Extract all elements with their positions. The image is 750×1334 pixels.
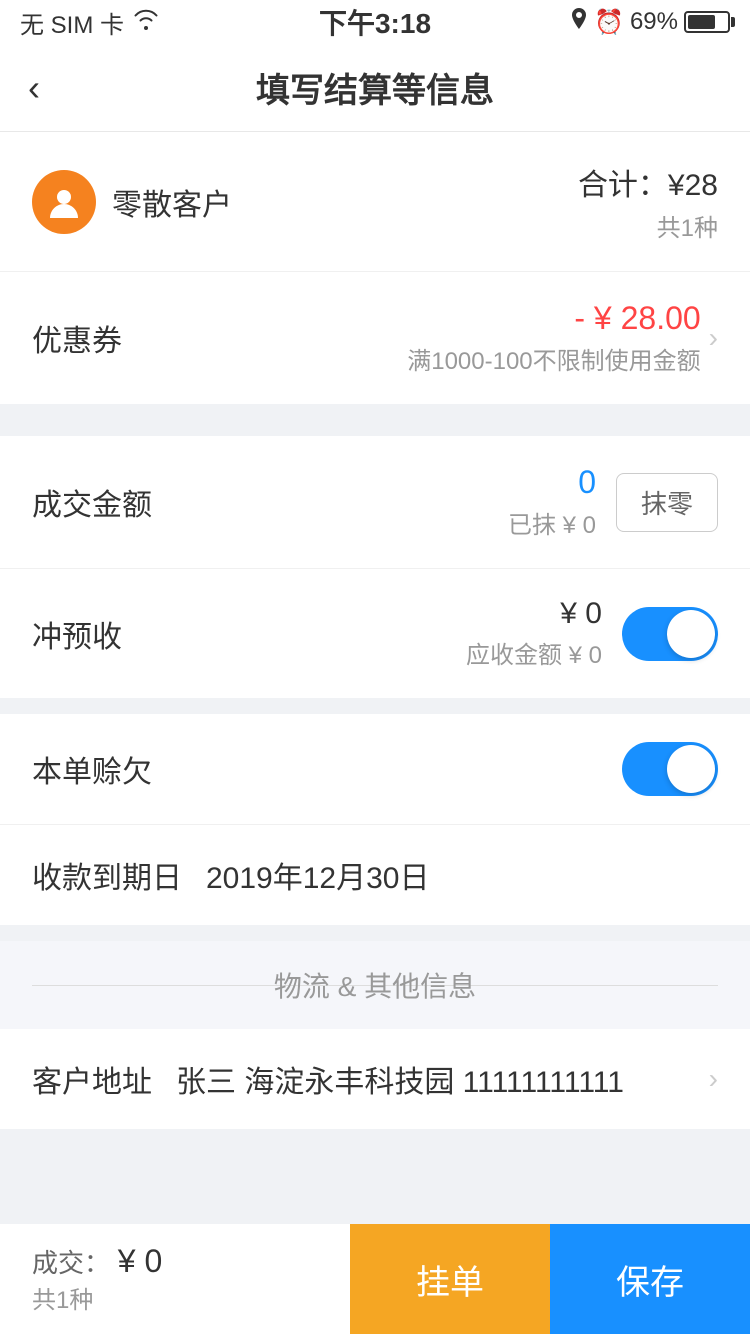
status-right: ⏰ 69% xyxy=(570,8,730,37)
battery-icon xyxy=(684,11,730,33)
coupon-label: 优惠券 xyxy=(32,316,122,360)
amount-label: 成交金额 xyxy=(32,480,152,524)
customer-info: 零散客户 xyxy=(32,170,232,234)
chevron-right-icon: › xyxy=(709,322,718,354)
logistics-title: 物流 & 其他信息 xyxy=(258,965,492,1005)
location-icon xyxy=(570,8,588,37)
prepay-right: ¥ 0 应收金额 ¥ 0 xyxy=(466,597,718,670)
logistics-title-text: 物流 & 其他信息 xyxy=(274,971,476,1002)
avatar xyxy=(32,170,96,234)
coupon-right: - ¥ 28.00 满1000-100不限制使用金额 › xyxy=(407,300,718,376)
address-label: 客户地址 xyxy=(32,1057,152,1101)
toggle-knob xyxy=(667,610,715,658)
total-amount: 合计：¥28 xyxy=(578,160,718,204)
hold-button[interactable]: 挂单 xyxy=(350,1224,550,1334)
address-chevron-icon: › xyxy=(709,1063,718,1095)
save-button[interactable]: 保存 xyxy=(550,1224,750,1334)
bottom-info: 成交： ¥ 0 共1种 xyxy=(0,1243,350,1315)
alarm-icon: ⏰ xyxy=(594,8,624,37)
due-date-value: 2019年12月30日 xyxy=(206,853,429,897)
amount-row: 成交金额 0 已抹 ¥ 0 抹零 xyxy=(0,436,750,568)
content-area: 零散客户 合计：¥28 共1种 优惠券 - ¥ 28.00 满1000-100不… xyxy=(0,132,750,1265)
amount-right: 0 已抹 ¥ 0 抹零 xyxy=(508,464,718,540)
coupon-desc: 满1000-100不限制使用金额 xyxy=(407,341,700,376)
amount-value-area: 0 已抹 ¥ 0 xyxy=(508,464,596,540)
bottom-deal-row: 成交： ¥ 0 xyxy=(32,1243,318,1280)
wifi-icon xyxy=(132,8,160,37)
coupon-value-area: - ¥ 28.00 满1000-100不限制使用金额 xyxy=(407,300,700,376)
debt-toggle-knob xyxy=(667,745,715,793)
bottom-deal-label: 成交： xyxy=(32,1248,110,1278)
status-left: 无 SIM 卡 xyxy=(20,5,160,40)
coupon-row[interactable]: 优惠券 - ¥ 28.00 满1000-100不限制使用金额 › xyxy=(0,271,750,404)
bottom-deal-count: 共1种 xyxy=(32,1280,318,1315)
section-divider-3 xyxy=(0,925,750,941)
address-value: 张三 海淀永丰科技园 11111111111 xyxy=(176,1057,709,1101)
address-section: 客户地址 张三 海淀永丰科技园 11111111111 › xyxy=(0,1029,750,1129)
prepay-value-area: ¥ 0 应收金额 ¥ 0 xyxy=(466,597,602,670)
amount-sub: 已抹 ¥ 0 xyxy=(508,505,596,540)
coupon-discount: - ¥ 28.00 xyxy=(407,300,700,337)
debt-row: 本单赊欠 xyxy=(0,714,750,824)
amount-section: 成交金额 0 已抹 ¥ 0 抹零 冲预收 ¥ 0 应收金额 ¥ 0 xyxy=(0,436,750,698)
bottom-deal-amount: ¥ 0 xyxy=(118,1243,162,1279)
debt-label: 本单赊欠 xyxy=(32,747,152,791)
customer-name: 零散客户 xyxy=(112,180,232,224)
customer-row: 零散客户 合计：¥28 共1种 xyxy=(0,132,750,271)
section-divider-1 xyxy=(0,420,750,436)
back-button[interactable]: ‹ xyxy=(28,67,40,109)
prepay-label: 冲预收 xyxy=(32,612,122,656)
debt-section: 本单赊欠 收款到期日 2019年12月30日 xyxy=(0,714,750,925)
prepay-toggle[interactable] xyxy=(622,607,718,661)
total-count: 共1种 xyxy=(578,208,718,243)
round-button[interactable]: 抹零 xyxy=(616,473,718,532)
customer-totals: 合计：¥28 共1种 xyxy=(578,160,718,243)
logistics-section-header: 物流 & 其他信息 xyxy=(0,941,750,1029)
bottom-bar: 成交： ¥ 0 共1种 挂单 保存 xyxy=(0,1224,750,1334)
address-row[interactable]: 客户地址 张三 海淀永丰科技园 11111111111 › xyxy=(0,1029,750,1129)
prepay-sub: 应收金额 ¥ 0 xyxy=(466,635,602,670)
nav-bar: ‹ 填写结算等信息 xyxy=(0,44,750,132)
battery-percent: 69% xyxy=(630,8,678,36)
debt-toggle[interactable] xyxy=(622,742,718,796)
due-date-row[interactable]: 收款到期日 2019年12月30日 xyxy=(0,824,750,925)
no-sim-label: 无 SIM 卡 xyxy=(20,5,124,40)
due-date-label: 收款到期日 xyxy=(32,853,182,897)
status-time: 下午3:18 xyxy=(319,2,431,42)
prepay-row: 冲预收 ¥ 0 应收金额 ¥ 0 xyxy=(0,568,750,698)
section-divider-2 xyxy=(0,698,750,714)
customer-card: 零散客户 合计：¥28 共1种 优惠券 - ¥ 28.00 满1000-100不… xyxy=(0,132,750,404)
status-bar: 无 SIM 卡 下午3:18 ⏰ 69% xyxy=(0,0,750,44)
page-title: 填写结算等信息 xyxy=(256,63,494,112)
amount-value: 0 xyxy=(508,464,596,501)
prepay-value: ¥ 0 xyxy=(466,597,602,631)
